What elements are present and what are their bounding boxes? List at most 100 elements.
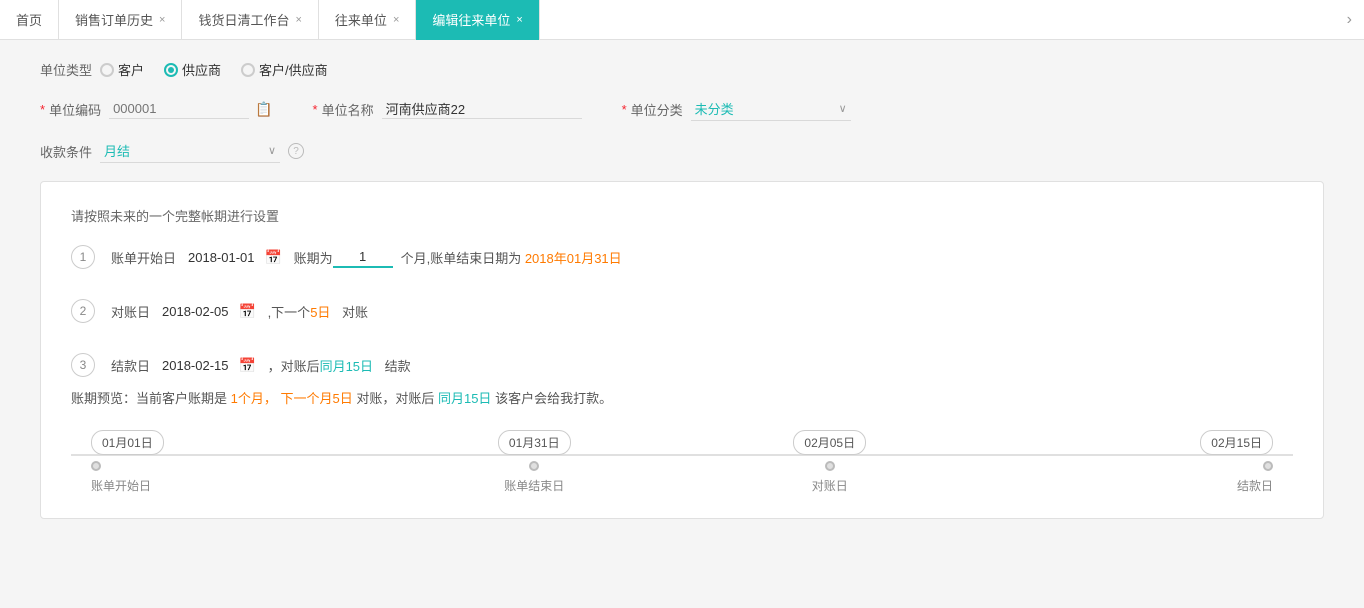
unit-category-group: * 单位分类 未分类 ∨: [622, 97, 851, 121]
period-input[interactable]: [333, 247, 393, 268]
tab-sales-history-label: 销售订单历史: [75, 10, 153, 29]
setting-row-2: 2 对账日 2018-02-05 📅 ,下一个 5日 对账: [71, 299, 1293, 323]
tabs-bar: 首页 销售订单历史 × 钱货日清工作台 × 往来单位 × 编辑往来单位 × ›: [0, 0, 1364, 40]
step-1-end-date: 2018年01月31日: [521, 248, 621, 267]
step-1-desc-suffix: 个月,账单结束日期为: [401, 248, 522, 267]
step-number-2: 2: [71, 299, 95, 323]
step-1-label: 账单开始日: [111, 248, 176, 267]
step-number-1: 1: [71, 245, 95, 269]
setting-row-3: 3 结款日 2018-02-15 📅 ，对账后 同月15日 结款: [71, 353, 1293, 377]
tab-home[interactable]: 首页: [0, 0, 59, 40]
preview-end: 同月15日: [438, 391, 491, 406]
radio-customer-label: 客户: [118, 60, 144, 79]
step-3-highlight: 同月15日: [320, 356, 373, 375]
timeline-label-2: 账单结束日: [504, 477, 564, 494]
step-2-calendar-icon[interactable]: 📅: [239, 303, 256, 320]
timeline-dot-4: [1263, 461, 1273, 471]
unit-name-input[interactable]: [382, 99, 582, 119]
tab-cash-work-label: 钱货日清工作台: [198, 10, 289, 29]
timeline-badge-3: 02月05日: [793, 430, 866, 455]
payment-value: 月结: [104, 141, 264, 160]
radio-both-label: 客户/供应商: [259, 60, 328, 79]
preview-middle2: 对账，对账后: [356, 391, 438, 406]
code-name-category-row: * 单位编码 📋 * 单位名称 * 单位分类 未分类 ∨: [40, 97, 1324, 121]
unit-category-dropdown[interactable]: 未分类 ∨: [691, 97, 851, 121]
close-cash-work-icon[interactable]: ×: [295, 14, 301, 26]
radio-customer-circle: [100, 63, 114, 77]
unit-category-label: 单位分类: [631, 100, 683, 119]
preview-prefix: 账期预览：当前客户账期是: [71, 391, 231, 406]
timeline-point-4: 02月15日 结款日: [978, 430, 1274, 494]
unit-name-group: * 单位名称: [313, 99, 582, 119]
timeline-dot-2: [529, 461, 539, 471]
radio-customer[interactable]: 客户: [100, 60, 144, 79]
timeline-label-4: 结款日: [1237, 477, 1273, 494]
step-3-date: 2018-02-15: [162, 358, 229, 373]
setting-row-1: 1 账单开始日 2018-01-01 📅 账期为 个月,账单结束日期为 2018…: [71, 245, 1293, 269]
unit-code-input[interactable]: [109, 99, 249, 119]
copy-icon[interactable]: 📋: [255, 101, 272, 118]
timeline-badge-2: 01月31日: [498, 430, 571, 455]
step-2-date: 2018-02-05: [162, 304, 229, 319]
unit-code-group: * 单位编码 📋: [40, 99, 273, 119]
payment-dropdown-arrow-icon: ∨: [268, 144, 276, 157]
timeline-point-2: 01月31日 账单结束日: [387, 430, 683, 494]
step-3-desc-suffix: 结款: [381, 356, 411, 375]
timeline-container: 01月01日 账单开始日 01月31日 账单结束日 02月05日 对账日 02月…: [71, 430, 1293, 494]
timeline-label-3: 对账日: [812, 477, 848, 494]
step-3-calendar-icon[interactable]: 📅: [239, 357, 256, 374]
category-dropdown-arrow-icon: ∨: [839, 102, 847, 115]
radio-both-circle: [241, 63, 255, 77]
payment-dropdown[interactable]: 月结 ∨: [100, 139, 280, 163]
tab-edit-partner-label: 编辑往来单位: [432, 10, 510, 29]
unit-type-row: 单位类型 客户 供应商 客户/供应商: [40, 60, 1324, 79]
tab-sales-history[interactable]: 销售订单历史 ×: [59, 0, 182, 40]
payment-help-icon[interactable]: ?: [288, 143, 304, 159]
step-2-desc: ,下一个: [264, 302, 310, 321]
category-required-star: *: [622, 102, 627, 117]
unit-code-label: 单位编码: [49, 100, 101, 119]
settings-section: 请按照未来的一个完整帐期进行设置 1 账单开始日 2018-01-01 📅 账期…: [40, 181, 1324, 519]
tab-home-label: 首页: [16, 10, 42, 29]
timeline-dot-3: [825, 461, 835, 471]
close-edit-partner-icon[interactable]: ×: [516, 14, 522, 26]
unit-category-value: 未分类: [695, 99, 835, 118]
step-1-calendar-icon[interactable]: 📅: [265, 249, 282, 266]
close-partner-units-icon[interactable]: ×: [393, 14, 399, 26]
section-title: 请按照未来的一个完整帐期进行设置: [71, 206, 1293, 225]
code-required-star: *: [40, 102, 45, 117]
radio-supplier-label: 供应商: [182, 60, 221, 79]
tab-partner-units[interactable]: 往来单位 ×: [319, 0, 416, 40]
timeline-badge-4: 02月15日: [1200, 430, 1273, 455]
payment-row: 收款条件 月结 ∨ ?: [40, 139, 1324, 163]
preview-text-wrap: 账期预览：当前客户账期是 1个月， 下一个月5日 对账，对账后 同月15日 该客…: [71, 387, 1293, 410]
radio-supplier-circle: [164, 63, 178, 77]
tab-partner-units-label: 往来单位: [335, 10, 387, 29]
step-3-label: 结款日: [111, 356, 150, 375]
unit-type-radio-group: 客户 供应商 客户/供应商: [100, 60, 328, 79]
radio-supplier[interactable]: 供应商: [164, 60, 221, 79]
step-1-desc-prefix: 账期为: [290, 248, 333, 267]
step-2-highlight: 5日: [310, 302, 330, 321]
name-required-star: *: [313, 102, 318, 117]
payment-label: 收款条件: [40, 142, 92, 161]
tab-edit-partner[interactable]: 编辑往来单位 ×: [416, 0, 539, 40]
step-1-date: 2018-01-01: [188, 250, 255, 265]
tab-cash-work[interactable]: 钱货日清工作台 ×: [182, 0, 318, 40]
timeline-badge-1: 01月01日: [91, 430, 164, 455]
unit-name-label: 单位名称: [322, 100, 374, 119]
close-sales-history-icon[interactable]: ×: [159, 14, 165, 26]
preview-tail: 该客户会给我打款。: [495, 391, 612, 406]
step-2-label: 对账日: [111, 302, 150, 321]
timeline-points: 01月01日 账单开始日 01月31日 账单结束日 02月05日 对账日 02月…: [91, 430, 1273, 494]
tab-scroll-arrow[interactable]: ›: [1335, 11, 1364, 29]
radio-both[interactable]: 客户/供应商: [241, 60, 328, 79]
unit-type-label: 单位类型: [40, 60, 92, 79]
preview-middle: 下一个月5日: [280, 391, 352, 406]
step-number-3: 3: [71, 353, 95, 377]
timeline-dot-1: [91, 461, 101, 471]
step-2-desc-suffix: 对账: [338, 302, 368, 321]
preview-period: 1个月，: [231, 391, 277, 406]
timeline-label-1: 账单开始日: [91, 477, 151, 494]
timeline-point-1: 01月01日 账单开始日: [91, 430, 387, 494]
